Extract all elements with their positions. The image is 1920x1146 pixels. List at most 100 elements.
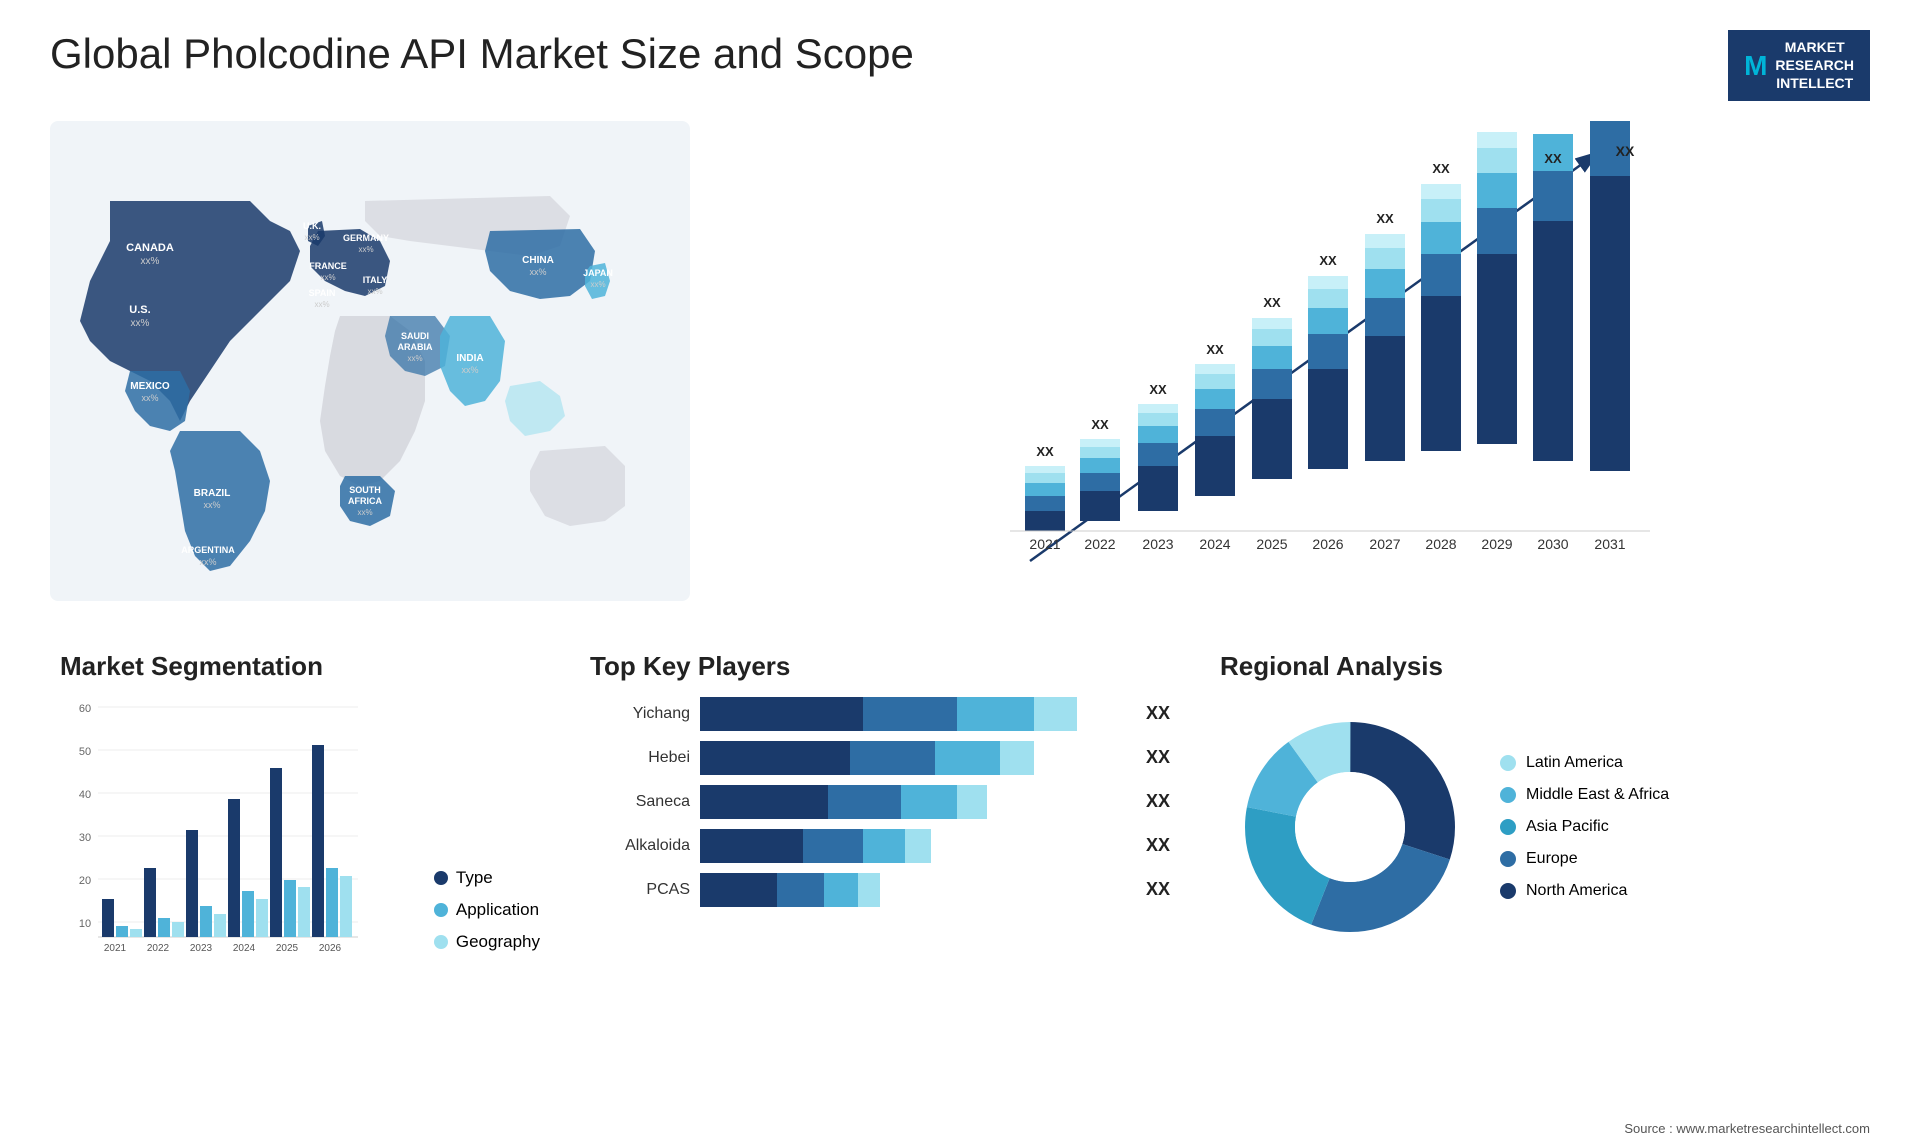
bar-seg1 xyxy=(700,785,828,819)
player-row-yichang: Yichang XX xyxy=(590,697,1170,731)
bar-2026-seg5 xyxy=(1308,276,1348,289)
label-india: INDIA xyxy=(456,353,483,364)
bar-seg2 xyxy=(850,741,936,775)
bar-2023-seg2 xyxy=(1138,443,1178,466)
player-bar-saneca xyxy=(700,785,1128,819)
legend-geo: Geography xyxy=(434,932,540,952)
year-2021: 2021 xyxy=(1029,536,1060,552)
seg-chart: 60 50 40 30 20 10 xyxy=(60,697,414,962)
bar-label-2030: XX xyxy=(1544,151,1562,166)
label-uk: U.K. xyxy=(303,221,321,231)
player-bar-yichang xyxy=(700,697,1128,731)
bar-chart-svg: XX XX XX XX xyxy=(710,121,1870,601)
svg-text:10: 10 xyxy=(79,918,91,930)
year-2027: 2027 xyxy=(1369,536,1400,552)
bar-label-2023: XX xyxy=(1149,382,1167,397)
label-japan-val: xx% xyxy=(590,280,605,289)
bar-2021-seg3 xyxy=(1025,483,1065,496)
bar-2027-seg1 xyxy=(1365,336,1405,461)
bar-2021-seg5 xyxy=(1025,466,1065,473)
bar-label-2031: XX xyxy=(1616,143,1635,159)
dot-latin-america xyxy=(1500,755,1516,771)
seg-legend: Type Application Geography xyxy=(434,868,540,962)
bar-label-2026: XX xyxy=(1319,253,1337,268)
year-2022: 2022 xyxy=(1084,536,1115,552)
label-germany-val: xx% xyxy=(358,245,373,254)
player-row-alkaloida: Alkaloida XX xyxy=(590,829,1170,863)
players-bars: Yichang XX Hebei xyxy=(590,697,1170,907)
bar-label-2025: XX xyxy=(1263,295,1281,310)
regional-legend: Latin America Middle East & Africa Asia … xyxy=(1500,754,1669,900)
bar-seg3 xyxy=(935,741,999,775)
bar-label-2029: XX xyxy=(1488,121,1506,124)
legend-app: Application xyxy=(434,900,540,920)
player-bar-pcas xyxy=(700,873,1128,907)
logo-box: M MARKET RESEARCH INTELLECT xyxy=(1728,30,1870,101)
year-2028: 2028 xyxy=(1425,536,1456,552)
player-name-yichang: Yichang xyxy=(590,705,690,723)
svg-text:20: 20 xyxy=(79,875,91,887)
bar-seg1 xyxy=(700,873,777,907)
bar-seg2 xyxy=(863,697,957,731)
bar-2025-seg3 xyxy=(1252,346,1292,369)
legend-asia-pacific: Asia Pacific xyxy=(1500,818,1669,836)
label-saudi-val: xx% xyxy=(407,354,422,363)
player-name-alkaloida: Alkaloida xyxy=(590,837,690,855)
bar-2025-seg4 xyxy=(1252,329,1292,346)
bar-2029-seg1 xyxy=(1477,254,1517,444)
year-2023: 2023 xyxy=(1142,536,1173,552)
players-title: Top Key Players xyxy=(590,651,1170,682)
bar-seg1 xyxy=(700,829,803,863)
donut-chart-svg xyxy=(1220,697,1480,957)
bar-seg4 xyxy=(1000,741,1034,775)
bar-seg3 xyxy=(901,785,957,819)
logo-line2: RESEARCH xyxy=(1775,56,1854,74)
logo-line3: INTELLECT xyxy=(1775,74,1854,92)
bar-seg2 xyxy=(828,785,901,819)
label-canada: CANADA xyxy=(126,242,174,254)
logo-letter: M xyxy=(1744,46,1767,85)
player-row-hebei: Hebei XX xyxy=(590,741,1170,775)
legend-label-type: Type xyxy=(456,868,493,888)
bar-seg3 xyxy=(957,697,1034,731)
label-germany: GERMANY xyxy=(343,233,389,243)
svg-text:30: 30 xyxy=(79,832,91,844)
bar-2023-seg5 xyxy=(1138,404,1178,413)
regional-section: Regional Analysis xyxy=(1210,641,1870,1107)
page-title: Global Pholcodine API Market Size and Sc… xyxy=(50,30,914,78)
bar-2021-seg4 xyxy=(1025,473,1065,483)
bar-2028-seg1 xyxy=(1421,296,1461,451)
bar-2028-seg4 xyxy=(1421,199,1461,222)
label-europe: Europe xyxy=(1526,850,1578,868)
label-canada-val: xx% xyxy=(141,256,160,267)
label-argentina-val: xx% xyxy=(199,557,216,567)
source-text: Source : www.marketresearchintellect.com xyxy=(1624,1121,1870,1136)
segmentation-title: Market Segmentation xyxy=(60,651,540,682)
bar-2022-seg4 xyxy=(1080,447,1120,458)
bar-2031-seg1 xyxy=(1590,176,1630,471)
label-mexico-val: xx% xyxy=(141,393,158,403)
bar-2030-seg1 xyxy=(1533,221,1573,461)
player-bar-hebei xyxy=(700,741,1128,775)
player-xx-hebei: XX xyxy=(1146,747,1170,768)
label-japan: JAPAN xyxy=(583,268,613,278)
bar-2022-seg1 xyxy=(1080,491,1120,521)
bar-2027-seg3 xyxy=(1365,269,1405,298)
main-content: CANADA xx% U.S. xx% MEXICO xx% BRAZIL xx… xyxy=(50,121,1870,1107)
bar-2026-seg1 xyxy=(1308,369,1348,469)
regional-title: Regional Analysis xyxy=(1220,651,1860,682)
bar-2024-seg4 xyxy=(1195,374,1235,389)
label-france: FRANCE xyxy=(309,261,347,271)
legend-label-geo: Geography xyxy=(456,932,540,952)
segmentation-section: Market Segmentation 60 50 40 30 20 10 xyxy=(50,641,550,1107)
label-china: CHINA xyxy=(522,255,554,266)
bar-label-2024: XX xyxy=(1206,342,1224,357)
legend-label-app: Application xyxy=(456,900,539,920)
label-north-america: North America xyxy=(1526,882,1627,900)
label-saudi: SAUDI xyxy=(401,331,429,341)
player-name-hebei: Hebei xyxy=(590,749,690,767)
legend-type: Type xyxy=(434,868,540,888)
bar-2025-seg5 xyxy=(1252,318,1292,329)
svg-text:2026: 2026 xyxy=(319,943,342,954)
bar-seg4 xyxy=(905,829,931,863)
